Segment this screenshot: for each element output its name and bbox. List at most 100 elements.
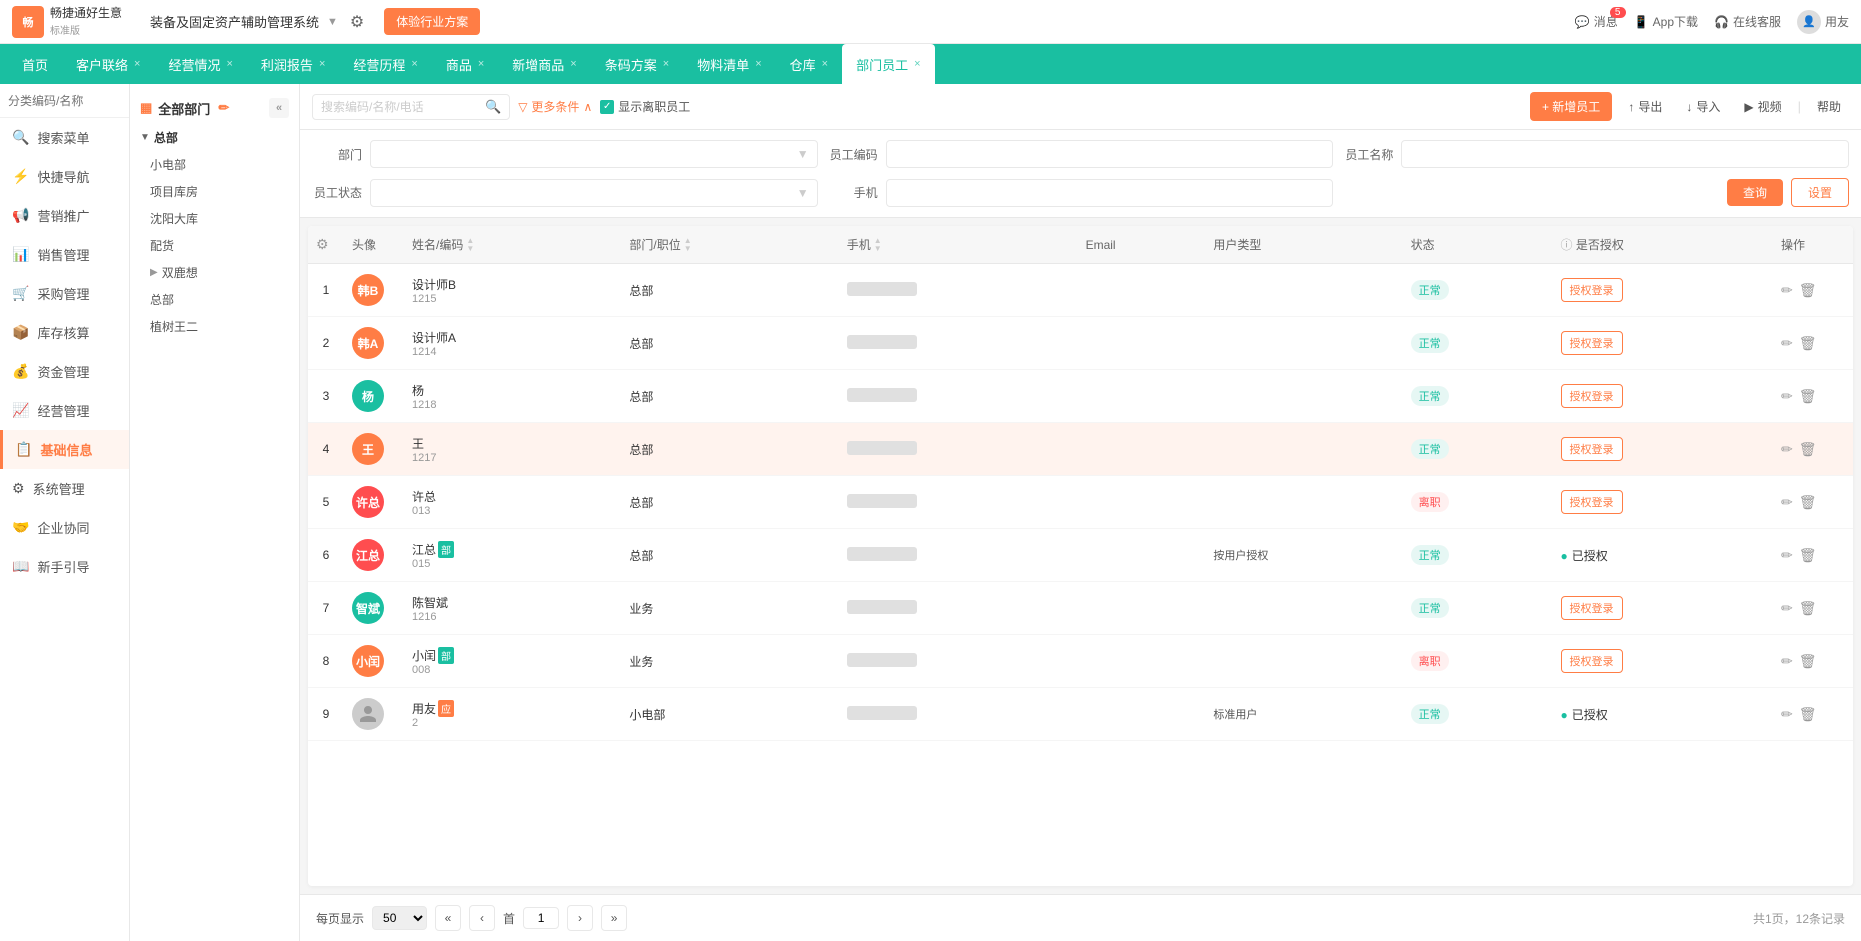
- edit-button[interactable]: ✏: [1781, 441, 1793, 458]
- next-page-button[interactable]: ›: [567, 905, 593, 931]
- auth-login-button[interactable]: 授权登录: [1561, 384, 1623, 408]
- delete-button[interactable]: 🗑: [1799, 600, 1817, 617]
- emp-name-field[interactable]: [1410, 147, 1840, 161]
- first-page-button[interactable]: «: [435, 905, 461, 931]
- edit-button[interactable]: ✏: [1781, 653, 1793, 670]
- status-filter-select[interactable]: ▼: [370, 179, 818, 207]
- auth-login-button[interactable]: 授权登录: [1561, 437, 1623, 461]
- sidebar-search-input[interactable]: [8, 94, 130, 108]
- sidebar-item-nav[interactable]: ⚡ 快捷导航: [0, 157, 129, 196]
- emp-code-field[interactable]: [895, 147, 1325, 161]
- auth-login-button[interactable]: 授权登录: [1561, 490, 1623, 514]
- dept-item-xiangmu[interactable]: 项目库房: [130, 178, 299, 205]
- search-input[interactable]: [321, 100, 481, 114]
- delete-button[interactable]: 🗑: [1799, 706, 1817, 723]
- close-icon[interactable]: ×: [478, 58, 484, 70]
- sidebar-item-collab[interactable]: 🤝 企业协同: [0, 508, 129, 547]
- sidebar-item-search[interactable]: 🔍 搜索菜单: [0, 118, 129, 157]
- dept-item-shenyang[interactable]: 沈阳大库: [130, 205, 299, 232]
- dept-group-zongbu[interactable]: ▼ 总部: [130, 124, 299, 151]
- delete-button[interactable]: 🗑: [1799, 441, 1817, 458]
- delete-button[interactable]: 🗑: [1799, 547, 1817, 564]
- page-size-select[interactable]: 50 20 100: [372, 906, 427, 930]
- close-icon[interactable]: ×: [226, 58, 232, 70]
- prev-page-button[interactable]: ‹: [469, 905, 495, 931]
- search-submit-icon[interactable]: 🔍: [485, 99, 501, 115]
- sidebar-item-management[interactable]: 📈 经营管理: [0, 391, 129, 430]
- settings-icon[interactable]: ⚙: [350, 12, 364, 32]
- sidebar-item-inventory[interactable]: 📦 库存核算: [0, 313, 129, 352]
- edit-button[interactable]: ✏: [1781, 494, 1793, 511]
- tab-history[interactable]: 经营历程 ×: [339, 44, 431, 84]
- close-icon[interactable]: ×: [134, 58, 140, 70]
- tab-profit[interactable]: 利润报告 ×: [247, 44, 339, 84]
- auth-login-button[interactable]: 授权登录: [1561, 331, 1623, 355]
- sidebar-item-system[interactable]: ⚙ 系统管理: [0, 469, 129, 508]
- tab-add-goods[interactable]: 新增商品 ×: [498, 44, 590, 84]
- dept-item-zongbu2[interactable]: 总部: [130, 286, 299, 313]
- tab-department[interactable]: 部门员工 ×: [842, 44, 934, 84]
- sidebar-item-purchase[interactable]: 🛒 采购管理: [0, 274, 129, 313]
- phone-filter-input[interactable]: [886, 179, 1334, 207]
- edit-button[interactable]: ✏: [1781, 282, 1793, 299]
- col-dept-pos[interactable]: 部门/职位 ▲▼: [621, 226, 838, 264]
- close-icon[interactable]: ×: [663, 58, 669, 70]
- info-icon[interactable]: ⓘ: [1561, 238, 1573, 252]
- edit-button[interactable]: ✏: [1781, 706, 1793, 723]
- col-settings[interactable]: ⚙: [308, 226, 344, 264]
- tab-barcode[interactable]: 条码方案 ×: [591, 44, 683, 84]
- tab-customer[interactable]: 客户联络 ×: [62, 44, 154, 84]
- online-service-button[interactable]: 🎧 在线客服: [1714, 13, 1781, 30]
- dept-edit-icon[interactable]: ✏: [218, 100, 229, 116]
- phone-field[interactable]: [895, 186, 1325, 200]
- dept-collapse-button[interactable]: «: [269, 98, 289, 118]
- emp-code-input[interactable]: [886, 140, 1334, 168]
- user-menu[interactable]: 👤 用友: [1797, 10, 1849, 34]
- sidebar-item-sales[interactable]: 📊 销售管理: [0, 235, 129, 274]
- sidebar-item-finance[interactable]: 💰 资金管理: [0, 352, 129, 391]
- help-button[interactable]: 帮助: [1809, 94, 1849, 119]
- close-icon[interactable]: ×: [411, 58, 417, 70]
- video-button[interactable]: ▶ 视频: [1736, 94, 1789, 119]
- sidebar-item-marketing[interactable]: 📢 营销推广: [0, 196, 129, 235]
- col-phone[interactable]: 手机 ▲▼: [839, 226, 1078, 264]
- tab-operation[interactable]: 经营情况 ×: [154, 44, 246, 84]
- edit-button[interactable]: ✏: [1781, 547, 1793, 564]
- trial-button[interactable]: 体验行业方案: [384, 8, 480, 35]
- auth-login-button[interactable]: 授权登录: [1561, 596, 1623, 620]
- edit-button[interactable]: ✏: [1781, 388, 1793, 405]
- dept-filter-select[interactable]: ▼: [370, 140, 818, 168]
- col-name-code[interactable]: 姓名/编码 ▲▼: [404, 226, 621, 264]
- last-page-button[interactable]: »: [601, 905, 627, 931]
- dept-item-shuanglu[interactable]: ▶ 双鹿想: [130, 259, 299, 286]
- query-button[interactable]: 查询: [1727, 179, 1783, 206]
- close-icon[interactable]: ×: [914, 58, 920, 70]
- tab-goods[interactable]: 商品 ×: [432, 44, 498, 84]
- delete-button[interactable]: 🗑: [1799, 494, 1817, 511]
- sidebar-item-guide[interactable]: 📖 新手引导: [0, 547, 129, 586]
- sidebar-item-basic[interactable]: 📋 基础信息: [0, 430, 129, 469]
- message-button[interactable]: 💬 消息 5: [1575, 13, 1618, 30]
- delete-button[interactable]: 🗑: [1799, 653, 1817, 670]
- app-download-button[interactable]: 📱 App下载: [1634, 13, 1698, 30]
- col-settings-icon[interactable]: ⚙: [316, 236, 329, 252]
- show-resigned-toggle[interactable]: ✓ 显示离职员工: [600, 98, 690, 115]
- close-icon[interactable]: ×: [822, 58, 828, 70]
- tab-home[interactable]: 首页: [8, 44, 62, 84]
- dept-item-xiaodian[interactable]: 小电部: [130, 151, 299, 178]
- edit-button[interactable]: ✏: [1781, 335, 1793, 352]
- export-button[interactable]: ↑ 导出: [1620, 94, 1670, 119]
- close-icon[interactable]: ×: [755, 58, 761, 70]
- set-button[interactable]: 设置: [1791, 178, 1849, 207]
- delete-button[interactable]: 🗑: [1799, 282, 1817, 299]
- dept-item-zhishu[interactable]: 植树王二: [130, 313, 299, 340]
- delete-button[interactable]: 🗑: [1799, 335, 1817, 352]
- tab-warehouse[interactable]: 仓库 ×: [776, 44, 842, 84]
- emp-name-input[interactable]: [1401, 140, 1849, 168]
- auth-login-button[interactable]: 授权登录: [1561, 278, 1623, 302]
- dept-item-peihuo[interactable]: 配货: [130, 232, 299, 259]
- close-icon[interactable]: ×: [319, 58, 325, 70]
- more-filter-button[interactable]: ▽ 更多条件 ∧: [518, 98, 592, 115]
- tab-bom[interactable]: 物料清单 ×: [683, 44, 775, 84]
- import-button[interactable]: ↓ 导入: [1678, 94, 1728, 119]
